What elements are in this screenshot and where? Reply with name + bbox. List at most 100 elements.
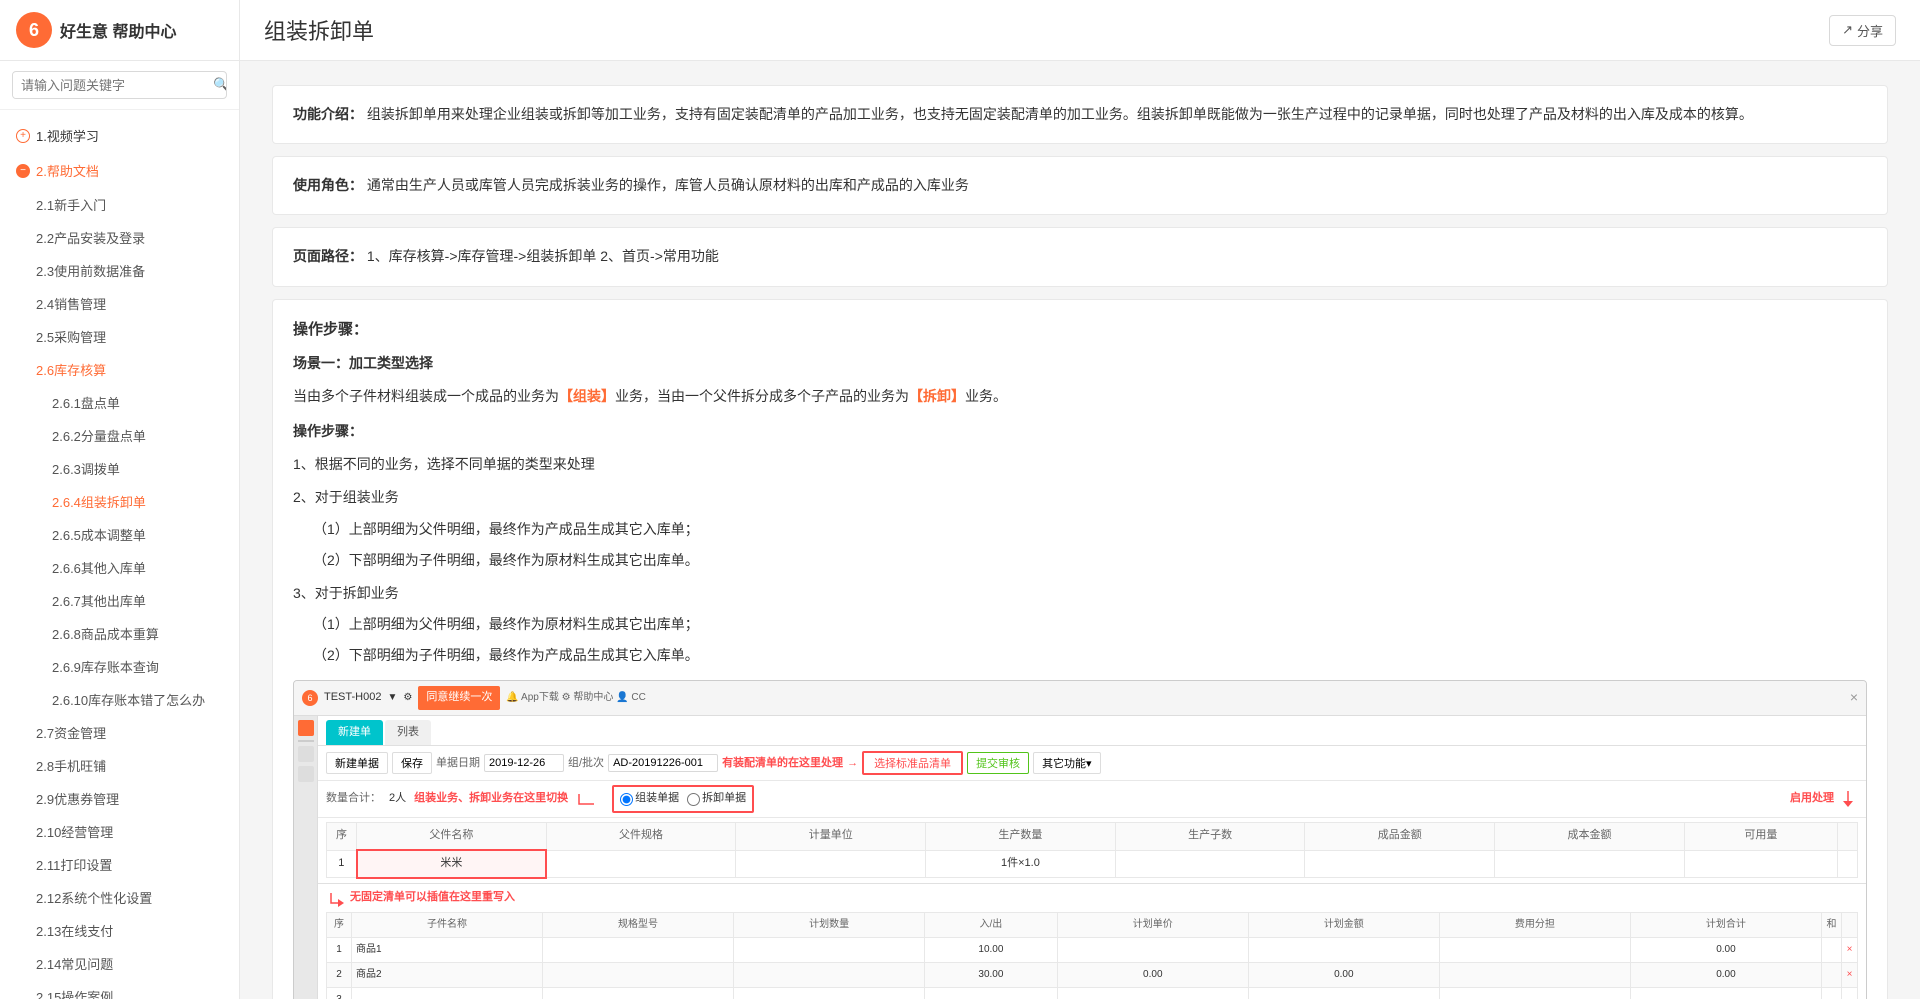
ss-lower-table: 序 子件名称 规格型号 计划数量 入/出 计划单价 计划金额 费用分担 计划合计 xyxy=(326,912,1858,999)
ss-annotation3: 启用处理 xyxy=(1790,789,1834,809)
step2-1-text: （1）上部明细为父件明细，最终作为产成品生成其它入库单； xyxy=(293,517,1867,542)
step1-block: 1、根据不同的业务，选择不同单据的类型来处理 xyxy=(293,452,1867,477)
share-label: 分享 xyxy=(1857,21,1883,40)
sidebar-item-211[interactable]: 2.11打印设置 xyxy=(0,848,239,881)
ss-btn-apply[interactable]: 选择标准品清单 xyxy=(862,751,963,775)
sidebar-item-265[interactable]: 2.6.5成本调整单 xyxy=(0,518,239,551)
ss-btn-more[interactable]: 其它功能▾ xyxy=(1033,752,1101,774)
step2-2-text: （2）下部明细为子件明细，最终作为原材料生成其它出库单。 xyxy=(293,548,1867,573)
search-input[interactable] xyxy=(13,73,205,98)
ss-system-id: TEST-H002 xyxy=(324,688,381,708)
sidebar-item-264[interactable]: 2.6.4组装拆卸单 xyxy=(0,485,239,518)
sidebar-item-29[interactable]: 2.9优惠券管理 xyxy=(0,782,239,815)
sidebar-item-210[interactable]: 2.10经营管理 xyxy=(0,815,239,848)
sidebar-item-video[interactable]: + 1.视频学习 xyxy=(0,118,239,153)
ss-field-date[interactable] xyxy=(484,754,564,772)
role-card: 使用角色： 通常由生产人员或库管人员完成拆装业务的操作，库管人员确认原材料的出库… xyxy=(272,156,1888,215)
func-intro-text: 组装拆卸单用来处理企业组装或拆卸等加工业务，支持有固定装配清单的产品加工业务，也… xyxy=(367,106,1753,122)
ss-settings-icon: ⚙ xyxy=(403,689,412,707)
sidebar-item-docs[interactable]: − 2.帮助文档 xyxy=(0,153,239,188)
sidebar-item-267[interactable]: 2.6.7其他出库单 xyxy=(0,584,239,617)
sidebar-item-262[interactable]: 2.6.2分量盘点单 xyxy=(0,419,239,452)
step2-text: 2、对于组装业务 xyxy=(293,485,1867,510)
ss-confirm-btn: 同意继续一次 xyxy=(418,686,500,710)
sidebar-item-label: 1.视频学习 xyxy=(36,126,99,145)
ss-tab-list[interactable]: 列表 xyxy=(385,720,431,746)
ss-left-icon3 xyxy=(298,766,314,782)
ss-annotation2: 有装配清单的在这里处理 xyxy=(722,754,843,774)
sidebar-item-27[interactable]: 2.7资金管理 xyxy=(0,716,239,749)
sidebar-item-2610[interactable]: 2.6.10库存账本错了怎么办 xyxy=(0,683,239,716)
func-intro-card: 功能介绍： 组装拆卸单用来处理企业组装或拆卸等加工业务，支持有固定装配清单的产品… xyxy=(272,85,1888,144)
sidebar-item-213[interactable]: 2.13在线支付 xyxy=(0,914,239,947)
screenshot-area: 6 TEST-H002 ▼ ⚙ 同意继续一次 🔔 App下载 ⚙ 帮助中心 👤 … xyxy=(293,680,1867,999)
ss-arrow-right: → xyxy=(847,754,858,774)
ss-type-radio-1[interactable]: 组装单据 xyxy=(620,789,679,809)
share-icon: ↗ xyxy=(1842,22,1853,38)
path-label: 页面路径： xyxy=(293,248,363,264)
step2-block: 2、对于组装业务 （1）上部明细为父件明细，最终作为产成品生成其它入库单； （2… xyxy=(293,485,1867,573)
step3-block: 3、对于拆卸业务 （1）上部明细为父件明细，最终作为原材料生成其它出库单； （2… xyxy=(293,581,1867,669)
sidebar-item-xiaoshou[interactable]: 2.4销售管理 xyxy=(0,287,239,320)
ss-dropdown: ▼ xyxy=(387,689,397,707)
sidebar-item-214[interactable]: 2.14常见问题 xyxy=(0,947,239,980)
scene1-desc: 当由多个子件材料组装成一个成品的业务为【组装】业务，当由一个父件拆分成多个子产品… xyxy=(293,384,1867,409)
search-area: 🔍 xyxy=(0,61,239,110)
role-label: 使用角色： xyxy=(293,177,363,193)
sidebar-item-kucun[interactable]: 2.6库存核算 xyxy=(0,353,239,386)
main-header: 组装拆卸单 ↗ 分享 xyxy=(240,0,1920,61)
search-wrap: 🔍 xyxy=(12,71,227,99)
sidebar-item-shuju[interactable]: 2.3使用前数据准备 xyxy=(0,254,239,287)
sidebar-item-anzhuang[interactable]: 2.2产品安装及登录 xyxy=(0,221,239,254)
main-content: 功能介绍： 组装拆卸单用来处理企业组装或拆卸等加工业务，支持有固定装配清单的产品… xyxy=(240,61,1920,999)
nav-category-video: + 1.视频学习 xyxy=(0,118,239,153)
ss-btn-add-order[interactable]: 新建单据 xyxy=(326,752,388,774)
ss-logo: 6 xyxy=(302,690,318,706)
search-button[interactable]: 🔍 xyxy=(205,72,227,98)
nav-list: + 1.视频学习 − 2.帮助文档 2.1新手入门 2.2产品安装及登录 2.3… xyxy=(0,110,239,999)
path-text: 1、库存核算->库存管理->组装拆卸单 2、首页->常用功能 xyxy=(367,248,719,264)
ss-left-icon1 xyxy=(298,720,314,736)
page-title: 组装拆卸单 xyxy=(264,14,374,46)
ss-qty-val: 2人 xyxy=(389,789,406,809)
ss-annotation1: 组装业务、拆卸业务在这里切换 xyxy=(414,789,568,809)
ss-type-radio-2[interactable]: 拆卸单据 xyxy=(687,789,746,809)
sidebar-item-266[interactable]: 2.6.6其他入库单 xyxy=(0,551,239,584)
role-text: 通常由生产人员或库管人员完成拆装业务的操作，库管人员确认原材料的出库和产成品的入… xyxy=(367,177,969,193)
steps-intro: 操作步骤： xyxy=(293,423,363,439)
ss-btn-submit[interactable]: 提交审核 xyxy=(967,752,1029,774)
logo-title: 好生意 帮助中心 xyxy=(60,18,176,42)
ss-tab-new[interactable]: 新建单 xyxy=(326,720,383,746)
ss-annotation4-arrow xyxy=(326,888,346,908)
ss-field-group-label: 组/批次 xyxy=(568,754,604,774)
logo-area: 6 好生意 帮助中心 xyxy=(0,0,239,61)
main-area: 组装拆卸单 ↗ 分享 功能介绍： 组装拆卸单用来处理企业组装或拆卸等加工业务，支… xyxy=(240,0,1920,999)
docs-sublist: 2.1新手入门 2.2产品安装及登录 2.3使用前数据准备 2.4销售管理 2.… xyxy=(0,188,239,999)
logo-icon: 6 xyxy=(16,12,52,48)
share-button[interactable]: ↗ 分享 xyxy=(1829,15,1896,46)
nav-category-docs: − 2.帮助文档 2.1新手入门 2.2产品安装及登录 2.3使用前数据准备 2… xyxy=(0,153,239,999)
sidebar-item-269[interactable]: 2.6.9库存账本查询 xyxy=(0,650,239,683)
ops-title: 操作步骤： xyxy=(293,316,1867,343)
sidebar: 6 好生意 帮助中心 🔍 + 1.视频学习 − 2.帮助文档 2.1新手 xyxy=(0,0,240,999)
sidebar-item-caigou[interactable]: 2.5采购管理 xyxy=(0,320,239,353)
sidebar-item-212[interactable]: 2.12系统个性化设置 xyxy=(0,881,239,914)
ss-annotation1-arrow xyxy=(574,789,604,809)
step3-1-text: （1）上部明细为父件明细，最终作为原材料生成其它出库单； xyxy=(293,612,1867,637)
ss-annotation4: 无固定清单可以插值在这里重写入 xyxy=(350,888,515,908)
search-icon: 🔍 xyxy=(213,77,227,92)
ss-btn-save[interactable]: 保存 xyxy=(392,752,432,774)
ss-qty-label: 数量合计： xyxy=(326,789,381,809)
ss-annotation3-arrow xyxy=(1838,789,1858,809)
ss-field-group[interactable] xyxy=(608,754,718,772)
ss-field-date-label: 单据日期 xyxy=(436,754,480,774)
sidebar-item-268[interactable]: 2.6.8商品成本重算 xyxy=(0,617,239,650)
sidebar-item-28[interactable]: 2.8手机旺铺 xyxy=(0,749,239,782)
sidebar-item-261[interactable]: 2.6.1盘点单 xyxy=(0,386,239,419)
sidebar-item-215[interactable]: 2.15操作案例 xyxy=(0,980,239,999)
sidebar-item-263[interactable]: 2.6.3调拨单 xyxy=(0,452,239,485)
ss-divider xyxy=(298,740,314,742)
expand-icon: + xyxy=(16,129,30,143)
ss-close-icon: × xyxy=(1850,685,1858,710)
sidebar-item-xinshou[interactable]: 2.1新手入门 xyxy=(0,188,239,221)
